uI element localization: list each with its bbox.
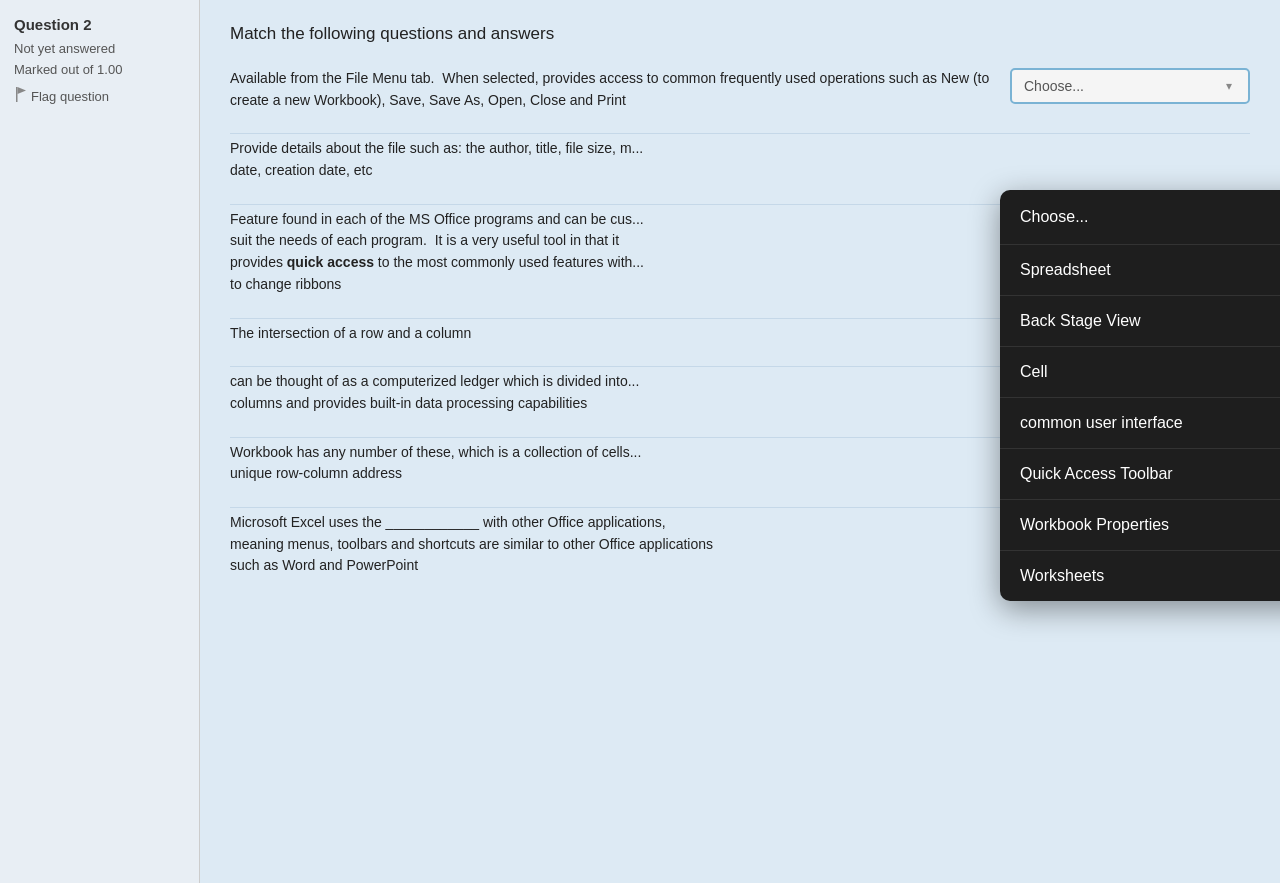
separator-1 [230,133,1250,134]
svg-rect-0 [16,87,18,102]
question-text-1: Available from the File Menu tab. When s… [230,68,1010,111]
answer-dropdown-1[interactable]: Choose... Spreadsheet Back Stage View Ce… [1010,68,1250,104]
menu-item-backstage[interactable]: Back Stage View [1000,296,1280,347]
menu-item-spreadsheet[interactable]: Spreadsheet [1000,245,1280,296]
menu-item-backstage-label: Back Stage View [1020,312,1141,330]
menu-item-workbook-props[interactable]: Workbook Properties [1000,500,1280,551]
sidebar: Question 2 Not yet answered Marked out o… [0,0,200,883]
marked-out-label: Marked out of 1.00 [14,62,185,77]
flag-icon [14,87,26,105]
page-title: Match the following questions and answer… [230,24,1250,44]
menu-item-common-ui[interactable]: common user interface [1000,398,1280,449]
not-answered-label: Not yet answered [14,41,185,56]
main-content: Match the following questions and answer… [200,0,1280,883]
menu-item-qat[interactable]: Quick Access Toolbar [1000,449,1280,500]
flag-question-label: Flag question [31,89,109,104]
question-text-7: Microsoft Excel uses the ____________ wi… [230,512,1010,577]
menu-item-cell[interactable]: Cell [1000,347,1280,398]
menu-item-choose[interactable]: Choose... ✓ [1000,190,1280,245]
menu-item-cell-label: Cell [1020,363,1048,381]
question-text-2: Provide details about the file such as: … [230,138,1250,181]
menu-item-worksheets-label: Worksheets [1020,567,1104,585]
dropdown-wrapper-1: Choose... Spreadsheet Back Stage View Ce… [1010,68,1250,104]
menu-item-qat-label: Quick Access Toolbar [1020,465,1173,483]
menu-item-spreadsheet-label: Spreadsheet [1020,261,1111,279]
svg-marker-1 [18,87,27,94]
dropdown-menu-overlay: Choose... ✓ Spreadsheet Back Stage View … [1000,190,1280,601]
menu-item-common-ui-label: common user interface [1020,414,1183,432]
question-label: Question 2 [14,16,185,33]
question-row-2: Provide details about the file such as: … [230,138,1250,181]
question-row-1: Available from the File Menu tab. When s… [230,68,1250,111]
menu-item-worksheets[interactable]: Worksheets [1000,551,1280,601]
flag-question-button[interactable]: Flag question [14,87,185,105]
menu-item-choose-label: Choose... [1020,208,1088,226]
menu-item-workbook-props-label: Workbook Properties [1020,516,1169,534]
